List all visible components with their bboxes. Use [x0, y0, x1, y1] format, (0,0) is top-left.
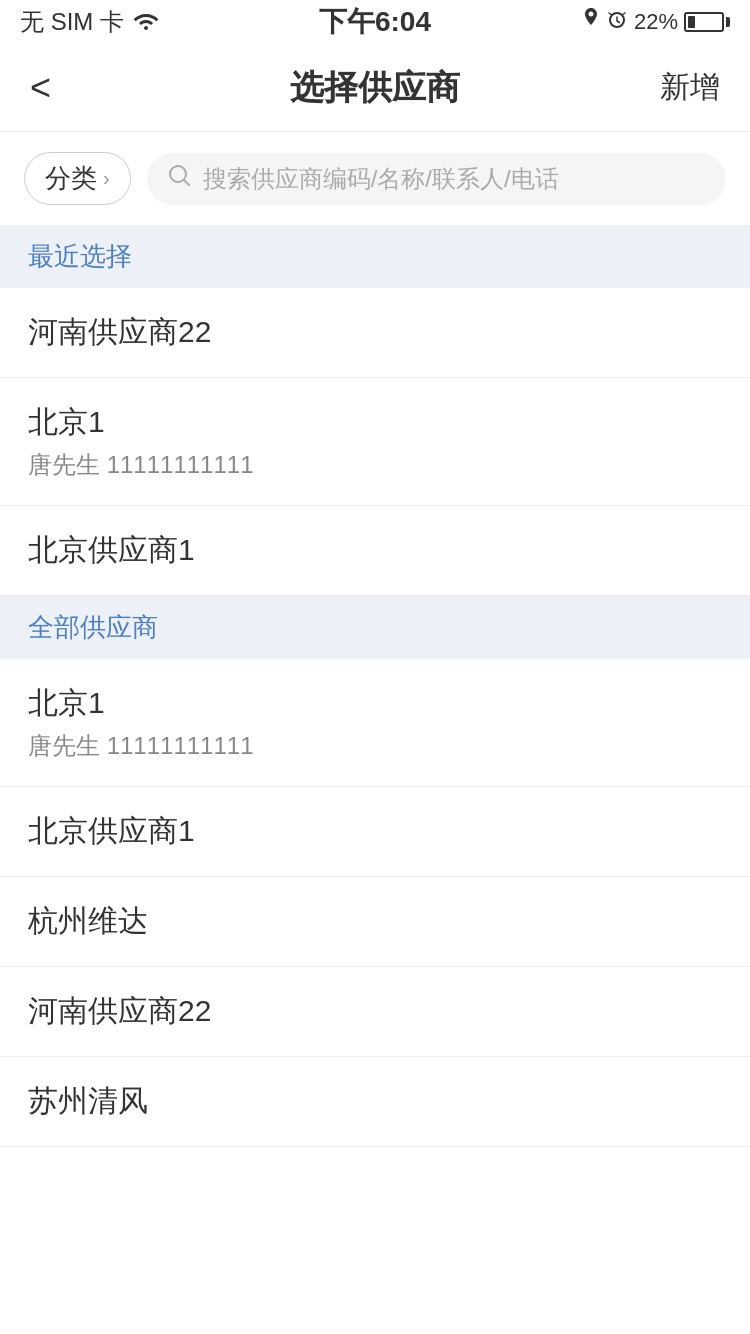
recent-items-list: 河南供应商22 北京1 唐先生 11111111111 北京供应商1 — [0, 288, 750, 596]
status-right: 22% — [582, 8, 730, 36]
status-time: 下午6:04 — [319, 3, 431, 41]
all-section-header: 全部供应商 — [0, 596, 750, 659]
search-icon — [167, 163, 193, 195]
status-carrier-wifi: 无 SIM 卡 — [20, 6, 160, 38]
search-input[interactable] — [203, 165, 706, 193]
add-button[interactable]: 新增 — [660, 67, 720, 108]
list-item-name: 河南供应商22 — [28, 991, 722, 1032]
list-item[interactable]: 河南供应商22 — [0, 967, 750, 1057]
search-box — [147, 153, 726, 205]
list-item-name: 杭州维达 — [28, 901, 722, 942]
category-label: 分类 — [45, 161, 97, 196]
battery-percentage: 22% — [634, 9, 678, 35]
list-item-sub: 唐先生 11111111111 — [28, 730, 722, 762]
nav-bar: < 选择供应商 新增 — [0, 44, 750, 132]
list-item-name: 苏州清风 — [28, 1081, 722, 1122]
list-item-name: 北京供应商1 — [28, 530, 722, 571]
alarm-icon — [606, 8, 628, 36]
list-item[interactable]: 北京1 唐先生 11111111111 — [0, 378, 750, 506]
battery-icon — [684, 12, 730, 32]
chevron-right-icon: › — [103, 167, 110, 190]
status-bar: 无 SIM 卡 下午6:04 22% — [0, 0, 750, 44]
list-item[interactable]: 北京1 唐先生 11111111111 — [0, 659, 750, 787]
list-item-name: 北京1 — [28, 683, 722, 724]
list-item[interactable]: 北京供应商1 — [0, 506, 750, 596]
location-icon — [582, 8, 600, 36]
list-item[interactable]: 苏州清风 — [0, 1057, 750, 1147]
carrier-label: 无 SIM 卡 — [20, 6, 124, 38]
list-item-name: 北京供应商1 — [28, 811, 722, 852]
list-item[interactable]: 杭州维达 — [0, 877, 750, 967]
category-filter-button[interactable]: 分类 › — [24, 152, 131, 205]
list-item[interactable]: 河南供应商22 — [0, 288, 750, 378]
list-item-name: 北京1 — [28, 402, 722, 443]
recent-section-label: 最近选择 — [28, 241, 132, 271]
list-item[interactable]: 北京供应商1 — [0, 787, 750, 877]
list-item-name: 河南供应商22 — [28, 312, 722, 353]
filter-bar: 分类 › — [0, 132, 750, 225]
all-items-list: 北京1 唐先生 11111111111 北京供应商1 杭州维达河南供应商22 苏州清风 — [0, 659, 750, 1147]
page-title: 选择供应商 — [290, 65, 460, 111]
back-button[interactable]: < — [30, 67, 90, 109]
wifi-icon — [132, 8, 160, 36]
list-item-sub: 唐先生 11111111111 — [28, 449, 722, 481]
all-section-label: 全部供应商 — [28, 612, 158, 642]
recent-section-header: 最近选择 — [0, 225, 750, 288]
